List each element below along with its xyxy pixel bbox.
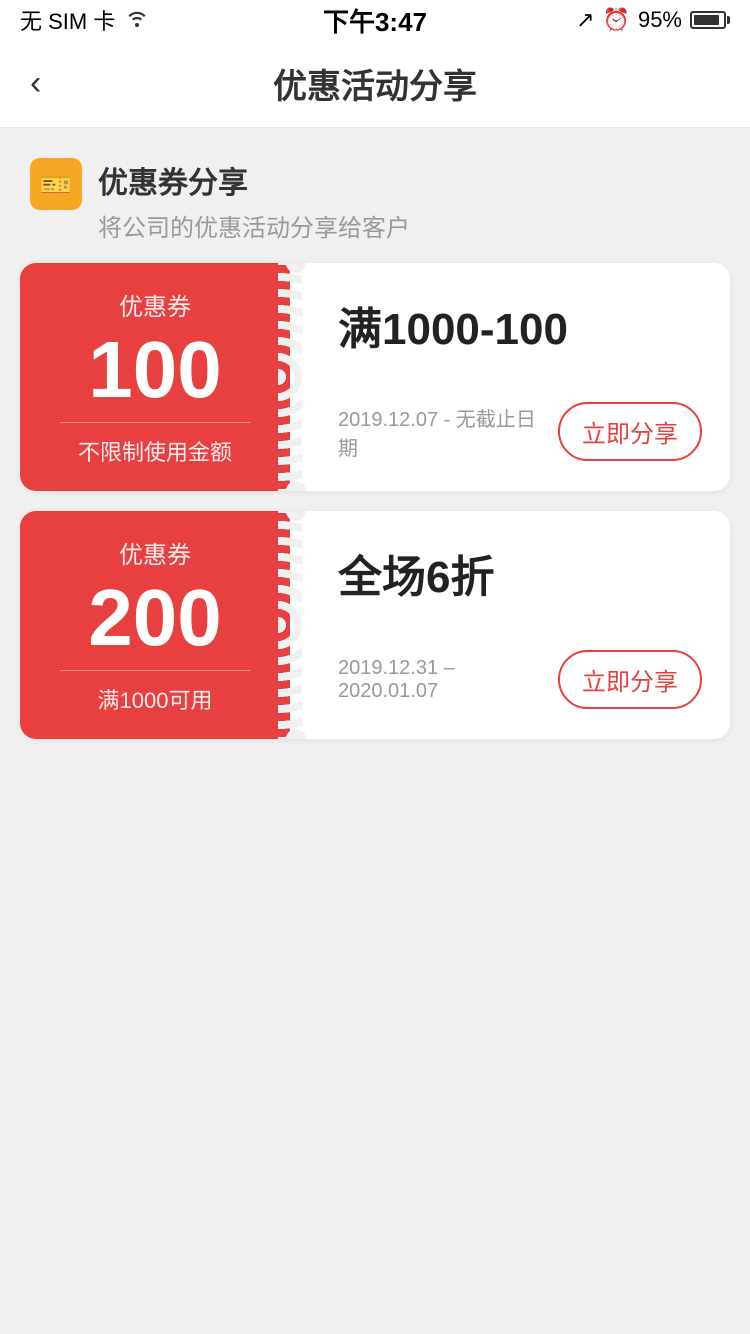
section-header: 🎫 优惠券分享 将公司的优惠活动分享给客户 — [0, 128, 750, 263]
coupon-list: 优惠券 100 不限制使用金额 满1000-100 2019.12.07 - 无… — [0, 263, 750, 739]
section-icon: 🎫 — [30, 158, 82, 210]
coupon-card-0: 优惠券 100 不限制使用金额 满1000-100 2019.12.07 - 无… — [20, 263, 730, 491]
coupon-date-0: 2019.12.07 - 无截止日期 — [338, 403, 548, 461]
coupon-label-0: 优惠券 — [119, 287, 191, 322]
coupon-footer-1: 2019.12.31 – 2020.01.07 立即分享 — [338, 650, 702, 709]
coupon-right-0: 满1000-100 2019.12.07 - 无截止日期 立即分享 — [310, 263, 730, 491]
coupon-date-1: 2019.12.31 – 2020.01.07 — [338, 657, 548, 703]
coupon-condition-0: 不限制使用金额 — [78, 435, 232, 467]
coupon-left-0: 优惠券 100 不限制使用金额 — [20, 263, 290, 491]
share-button-0[interactable]: 立即分享 — [558, 402, 702, 461]
coupon-amount-0: 100 — [88, 330, 221, 410]
coupon-footer-0: 2019.12.07 - 无截止日期 立即分享 — [338, 402, 702, 461]
wifi-icon — [125, 7, 149, 33]
location-icon: ↗ — [576, 7, 594, 33]
nav-bar: ‹ 优惠活动分享 — [0, 40, 750, 128]
battery-icon — [690, 11, 730, 29]
bottom-area — [0, 739, 750, 1319]
coupon-amount-1: 200 — [88, 578, 221, 658]
coupon-name-0: 满1000-100 — [338, 293, 702, 357]
coupon-divider-0 — [60, 422, 250, 423]
battery-percent: 95% — [638, 7, 682, 33]
back-button[interactable]: ‹ — [30, 64, 41, 103]
status-bar: 无 SIM 卡 下午3:47 ↗ ⏰ 95% — [0, 0, 750, 40]
status-right: ↗ ⏰ 95% — [576, 7, 730, 33]
status-time: 下午3:47 — [323, 2, 427, 39]
coupon-name-1: 全场6折 — [338, 541, 702, 605]
coupon-divider-1 — [60, 670, 250, 671]
section-subtitle: 将公司的优惠活动分享给客户 — [98, 208, 410, 243]
carrier-text: 无 SIM 卡 — [20, 4, 115, 36]
share-button-1[interactable]: 立即分享 — [558, 650, 702, 709]
coupon-label-1: 优惠券 — [119, 535, 191, 570]
alarm-icon: ⏰ — [603, 7, 630, 33]
section-title: 优惠券分享 — [98, 158, 410, 202]
page-title: 优惠活动分享 — [273, 59, 477, 108]
coupon-condition-1: 满1000可用 — [98, 683, 213, 715]
coupon-right-1: 全场6折 2019.12.31 – 2020.01.07 立即分享 — [310, 511, 730, 739]
coupon-card-1: 优惠券 200 满1000可用 全场6折 2019.12.31 – 2020.0… — [20, 511, 730, 739]
section-text-group: 优惠券分享 将公司的优惠活动分享给客户 — [98, 158, 410, 243]
coupon-left-1: 优惠券 200 满1000可用 — [20, 511, 290, 739]
status-left: 无 SIM 卡 — [20, 4, 149, 36]
